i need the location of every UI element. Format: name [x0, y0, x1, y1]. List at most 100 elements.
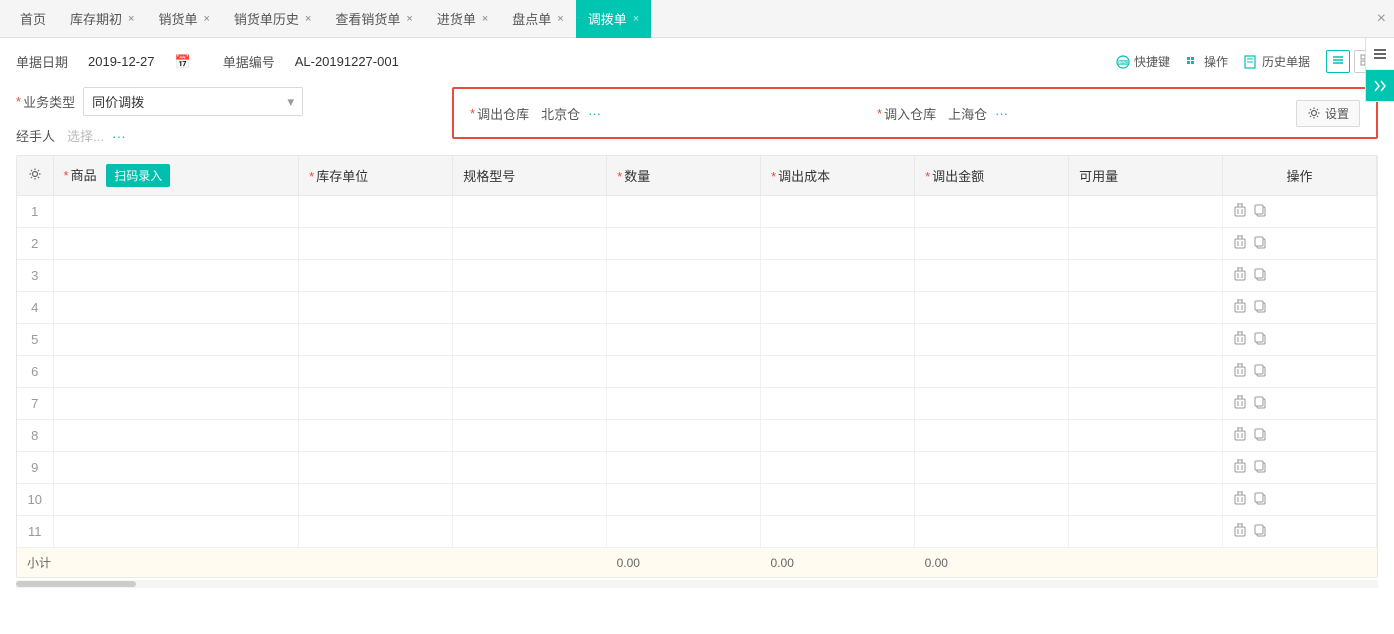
row-spec[interactable] [453, 260, 607, 292]
row-spec[interactable] [453, 196, 607, 228]
row-spec[interactable] [453, 356, 607, 388]
copy-icon[interactable] [1253, 267, 1267, 284]
row-amount[interactable] [915, 196, 1069, 228]
calendar-icon[interactable]: 📅 [175, 54, 191, 70]
copy-icon[interactable] [1253, 459, 1267, 476]
business-type-select[interactable]: 同价调拨 ▾ [83, 87, 303, 116]
row-available[interactable] [1069, 196, 1223, 228]
row-amount[interactable] [915, 420, 1069, 452]
row-available[interactable] [1069, 324, 1223, 356]
row-qty[interactable] [607, 292, 761, 324]
delete-icon[interactable] [1233, 491, 1247, 508]
row-qty[interactable] [607, 516, 761, 548]
row-unit[interactable] [299, 260, 453, 292]
person-more-btn[interactable]: ··· [112, 128, 126, 144]
copy-icon[interactable] [1253, 299, 1267, 316]
delete-icon[interactable] [1233, 299, 1247, 316]
row-qty[interactable] [607, 452, 761, 484]
row-spec[interactable] [453, 324, 607, 356]
shortcuts-button[interactable]: ⌨ 快捷键 [1116, 53, 1170, 70]
row-product[interactable] [53, 420, 299, 452]
close-transfer-order[interactable]: × [633, 13, 639, 25]
row-spec[interactable] [453, 420, 607, 452]
copy-icon[interactable] [1253, 203, 1267, 220]
close-inventory-init[interactable]: × [128, 13, 134, 25]
row-qty[interactable] [607, 228, 761, 260]
operations-button[interactable]: 操作 [1186, 53, 1228, 70]
row-available[interactable] [1069, 452, 1223, 484]
copy-icon[interactable] [1253, 427, 1267, 444]
row-amount[interactable] [915, 484, 1069, 516]
close-view-sales[interactable]: × [406, 13, 412, 25]
delete-icon[interactable] [1233, 331, 1247, 348]
row-cost[interactable] [761, 324, 915, 356]
close-sales-order[interactable]: × [203, 13, 209, 25]
delete-icon[interactable] [1233, 395, 1247, 412]
settings-button[interactable]: 设置 [1296, 100, 1360, 127]
row-available[interactable] [1069, 420, 1223, 452]
row-amount[interactable] [915, 292, 1069, 324]
row-qty[interactable] [607, 324, 761, 356]
delete-icon[interactable] [1233, 203, 1247, 220]
row-available[interactable] [1069, 516, 1223, 548]
close-sales-history[interactable]: × [305, 13, 311, 25]
row-product[interactable] [53, 292, 299, 324]
row-product[interactable] [53, 324, 299, 356]
delete-icon[interactable] [1233, 459, 1247, 476]
row-qty[interactable] [607, 388, 761, 420]
delete-icon[interactable] [1233, 267, 1247, 284]
row-product[interactable] [53, 516, 299, 548]
close-inventory-count[interactable]: × [557, 13, 563, 25]
close-purchase-order[interactable]: × [482, 13, 488, 25]
copy-icon[interactable] [1253, 395, 1267, 412]
row-spec[interactable] [453, 292, 607, 324]
sidebar-list-btn[interactable] [1366, 38, 1394, 70]
delete-icon[interactable] [1233, 363, 1247, 380]
copy-icon[interactable] [1253, 363, 1267, 380]
row-cost[interactable] [761, 292, 915, 324]
row-spec[interactable] [453, 516, 607, 548]
row-qty[interactable] [607, 260, 761, 292]
row-unit[interactable] [299, 388, 453, 420]
row-available[interactable] [1069, 228, 1223, 260]
row-cost[interactable] [761, 196, 915, 228]
row-amount[interactable] [915, 356, 1069, 388]
person-select[interactable]: 选择... [67, 126, 104, 145]
row-product[interactable] [53, 260, 299, 292]
row-unit[interactable] [299, 356, 453, 388]
row-available[interactable] [1069, 292, 1223, 324]
row-amount[interactable] [915, 388, 1069, 420]
sidebar-expand-btn[interactable] [1366, 70, 1394, 102]
tab-sales-order[interactable]: 销货单 × [146, 0, 221, 38]
row-amount[interactable] [915, 324, 1069, 356]
row-product[interactable] [53, 228, 299, 260]
history-button[interactable]: 历史单据 [1244, 53, 1310, 70]
row-qty[interactable] [607, 420, 761, 452]
row-amount[interactable] [915, 452, 1069, 484]
tab-purchase-order[interactable]: 进货单 × [425, 0, 500, 38]
row-unit[interactable] [299, 452, 453, 484]
copy-icon[interactable] [1253, 491, 1267, 508]
row-amount[interactable] [915, 516, 1069, 548]
row-cost[interactable] [761, 228, 915, 260]
row-product[interactable] [53, 356, 299, 388]
row-available[interactable] [1069, 356, 1223, 388]
row-available[interactable] [1069, 260, 1223, 292]
tab-home[interactable]: 首页 [8, 0, 58, 38]
copy-icon[interactable] [1253, 523, 1267, 540]
row-unit[interactable] [299, 292, 453, 324]
row-spec[interactable] [453, 388, 607, 420]
row-unit[interactable] [299, 516, 453, 548]
row-spec[interactable] [453, 452, 607, 484]
row-amount[interactable] [915, 260, 1069, 292]
row-product[interactable] [53, 196, 299, 228]
row-unit[interactable] [299, 228, 453, 260]
row-cost[interactable] [761, 260, 915, 292]
row-amount[interactable] [915, 228, 1069, 260]
row-cost[interactable] [761, 516, 915, 548]
row-spec[interactable] [453, 484, 607, 516]
row-spec[interactable] [453, 228, 607, 260]
scroll-thumb[interactable] [16, 581, 136, 587]
tab-view-sales[interactable]: 查看销货单 × [323, 0, 424, 38]
row-qty[interactable] [607, 356, 761, 388]
